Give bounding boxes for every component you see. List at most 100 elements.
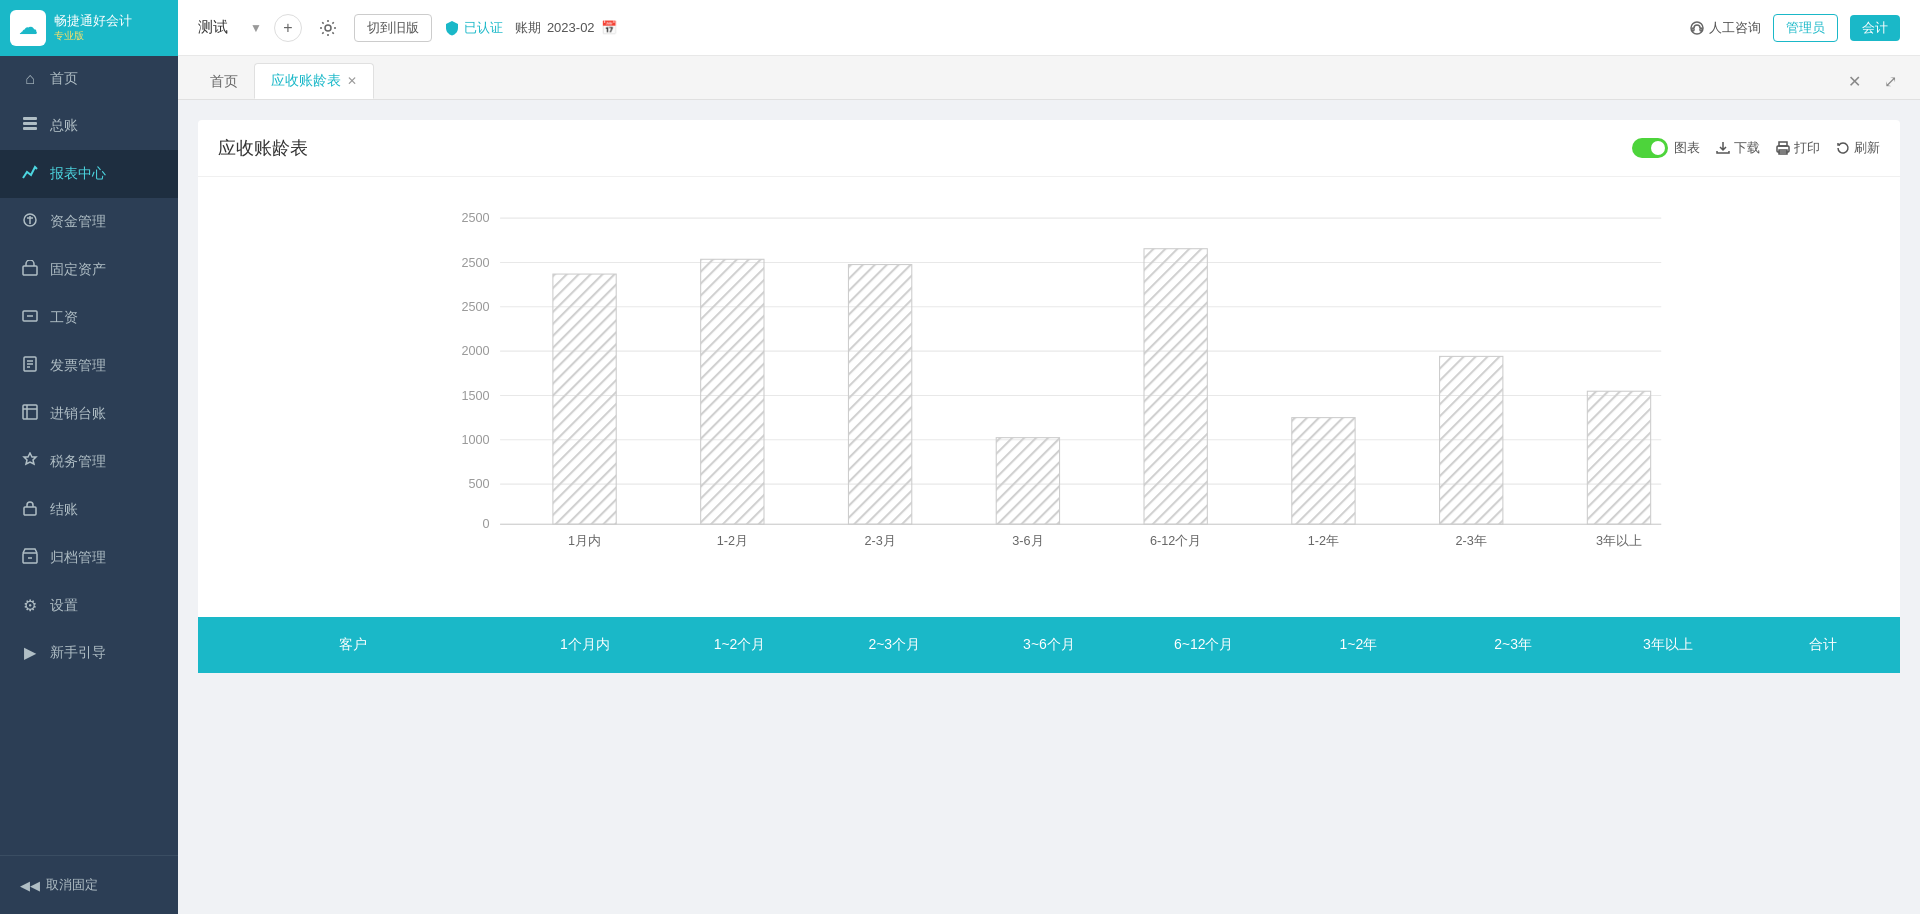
calendar-icon[interactable]: 📅 [601,20,617,35]
newbie-icon: ▶ [20,643,40,662]
topbar: 测试 ▼ + 切到旧版 已认证 账期 2023-02 📅 人工咨询 管理员 会计 [178,0,1920,56]
col-header-3-6m: 3~6个月 [972,636,1127,654]
logo-text-block: 畅捷通好会计 专业版 [54,13,132,44]
sidebar-item-assets[interactable]: 固定资产 [0,246,178,294]
col-header-2-3y: 2~3年 [1436,636,1591,654]
report-container: 应收账龄表 图表 下载 打印 [198,120,1900,673]
refresh-label: 刷新 [1854,139,1880,157]
archive-icon [20,548,40,568]
home-icon: ⌂ [20,70,40,88]
payroll-icon [20,308,40,328]
sidebar-logo: ☁ 畅捷通好会计 专业版 [0,0,178,56]
download-icon [1716,141,1730,155]
print-label: 打印 [1794,139,1820,157]
svg-text:6-12个月: 6-12个月 [1150,534,1201,548]
page-content: 应收账龄表 图表 下载 打印 [178,100,1920,914]
add-tab-button[interactable]: + [274,14,302,42]
bar-3年以上 [1587,391,1650,524]
sidebar-item-closing[interactable]: 结账 [0,486,178,534]
svg-text:3年以上: 3年以上 [1596,534,1642,548]
chart-toggle-label: 图表 [1674,139,1700,157]
tabs-bar: 首页 应收账龄表 ✕ ✕ ⤢ [178,56,1920,100]
sidebar-item-newbie[interactable]: ▶ 新手引导 [0,629,178,676]
chart-toggle-switch[interactable] [1632,138,1668,158]
print-icon [1776,141,1790,155]
sidebar-label-settings: 设置 [50,597,78,615]
svg-text:1-2月: 1-2月 [717,534,748,548]
svg-rect-1 [23,122,37,125]
sidebar-item-archive[interactable]: 归档管理 [0,534,178,582]
col-header-1-2y: 1~2年 [1281,636,1436,654]
tab-home[interactable]: 首页 [194,65,254,99]
sidebar-item-settings[interactable]: ⚙ 设置 [0,582,178,629]
svg-rect-21 [1692,28,1694,31]
bar-2-3月 [848,265,911,525]
svg-rect-6 [23,266,37,275]
ledger-icon [20,116,40,136]
svg-text:1000: 1000 [461,433,489,447]
svg-point-19 [325,25,331,31]
tax-icon [20,452,40,472]
admin-button[interactable]: 管理员 [1773,14,1838,42]
sidebar-item-invoice[interactable]: 发票管理 [0,342,178,390]
svg-text:2-3年: 2-3年 [1456,534,1487,548]
headset-icon [1689,20,1705,36]
tabs-actions: ✕ ⤢ [1840,67,1904,99]
settings-icon: ⚙ [20,596,40,615]
sidebar-label-assets: 固定资产 [50,261,106,279]
old-version-button[interactable]: 切到旧版 [354,14,432,42]
col-header-customer: 客户 [198,636,507,654]
chart-toggle[interactable]: 图表 [1632,138,1700,158]
tab-aging[interactable]: 应收账龄表 ✕ [254,63,374,99]
logo-icon: ☁ [10,10,46,46]
svg-text:2500: 2500 [461,256,489,270]
sidebar-label-tax: 税务管理 [50,453,106,471]
print-button[interactable]: 打印 [1776,139,1820,157]
svg-rect-13 [23,405,37,419]
fix-label: 取消固定 [46,876,98,894]
sidebar-item-payroll[interactable]: 工资 [0,294,178,342]
svg-text:1-2年: 1-2年 [1308,534,1339,548]
verified-label: 已认证 [464,19,503,37]
svg-text:2-3月: 2-3月 [864,534,895,548]
refresh-button[interactable]: 刷新 [1836,139,1880,157]
sidebar-item-ledger[interactable]: 总账 [0,102,178,150]
app-name: 畅捷通好会计 [54,13,132,30]
sidebar-label-ledger: 总账 [50,117,78,135]
app-edition: 专业版 [54,29,132,43]
sidebar-item-purchase[interactable]: 进销台账 [0,390,178,438]
svg-text:3-6月: 3-6月 [1012,534,1043,548]
shield-icon [444,20,460,36]
sidebar: ☁ 畅捷通好会计 专业版 ⌂ 首页 总账 报表中心 资金管理 [0,0,178,914]
purchase-icon [20,404,40,424]
report-title: 应收账龄表 [218,136,308,160]
sidebar-item-funds[interactable]: 资金管理 [0,198,178,246]
tab-close-icon[interactable]: ✕ [347,74,357,88]
verified-badge: 已认证 [444,19,503,37]
company-dropdown-icon[interactable]: ▼ [250,21,262,35]
sidebar-label-funds: 资金管理 [50,213,106,231]
svg-text:2500: 2500 [461,300,489,314]
period-label: 账期 [515,19,541,37]
tab-home-label: 首页 [210,73,238,91]
main-area: 测试 ▼ + 切到旧版 已认证 账期 2023-02 📅 人工咨询 管理员 会计 [178,0,1920,914]
assets-icon [20,260,40,280]
tab-expand-button[interactable]: ⤢ [1876,67,1904,95]
bar-2-3年 [1440,356,1503,524]
topbar-settings-button[interactable] [314,14,342,42]
col-header-3y-plus: 3年以上 [1591,636,1746,654]
col-header-2-3m: 2~3个月 [817,636,972,654]
download-button[interactable]: 下载 [1716,139,1760,157]
table-container: 客户 1个月内 1~2个月 2~3个月 3~6个月 6~12个月 1~2年 2~… [198,617,1900,673]
help-button[interactable]: 人工咨询 [1689,19,1761,37]
chart-area: 2500 2500 2500 2000 1500 1000 500 0 [198,177,1900,597]
col-header-1m: 1个月内 [507,636,662,654]
sidebar-item-home[interactable]: ⌂ 首页 [0,56,178,102]
help-label: 人工咨询 [1709,19,1761,37]
sidebar-item-reports[interactable]: 报表中心 [0,150,178,198]
sidebar-item-tax[interactable]: 税务管理 [0,438,178,486]
report-actions: 图表 下载 打印 刷新 [1632,138,1880,158]
tab-close-button[interactable]: ✕ [1840,67,1868,95]
cancel-fix-button[interactable]: ◀◀ 取消固定 [0,866,178,904]
accountant-button[interactable]: 会计 [1850,15,1900,41]
